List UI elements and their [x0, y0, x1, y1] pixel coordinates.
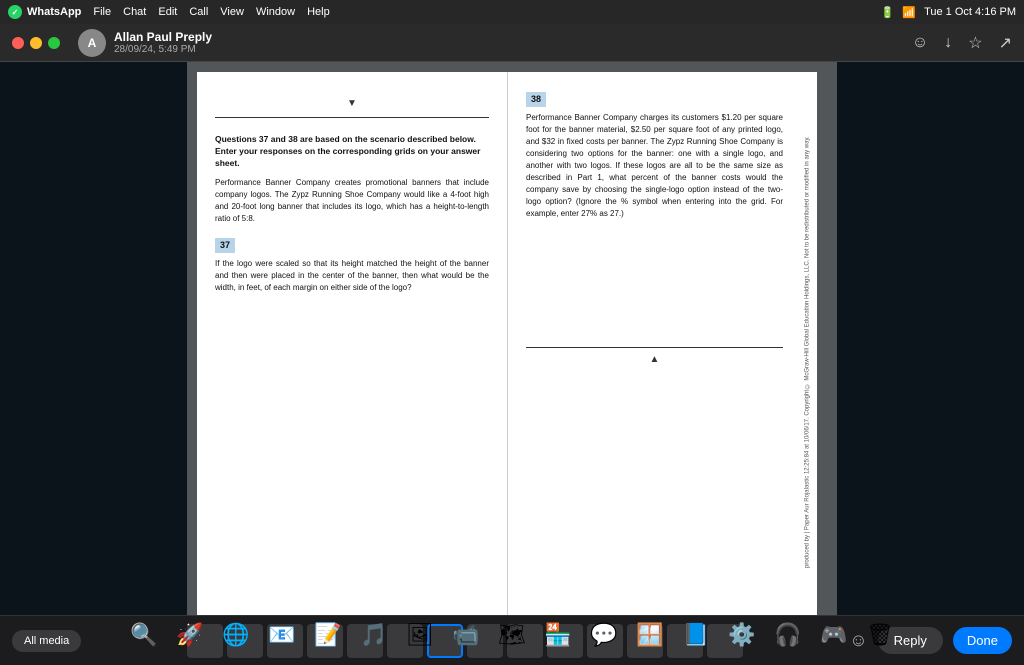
dock-discord[interactable]: 🎮: [813, 614, 855, 656]
done-button[interactable]: Done: [953, 627, 1012, 654]
dock-slack[interactable]: 💬: [583, 614, 625, 656]
page-left: ▼ Questions 37 and 38 are based on the s…: [197, 72, 507, 615]
question-37-block: 37 If the logo were scaled so that its h…: [215, 238, 489, 294]
traffic-lights: [12, 37, 60, 49]
dock-microsoft[interactable]: 🪟: [629, 614, 671, 656]
contact-name: Allan Paul Preply: [114, 30, 212, 44]
contact-info: A Allan Paul Preply 28/09/24, 5:49 PM: [78, 29, 212, 57]
menu-bar: ✓ WhatsApp File Chat Edit Call View Wind…: [0, 0, 1024, 24]
menu-edit[interactable]: Edit: [158, 6, 177, 18]
divider-top: ▼: [215, 97, 489, 112]
menu-call[interactable]: Call: [189, 6, 208, 18]
dock-mail[interactable]: 📧: [261, 614, 303, 656]
battery-icon: 🔋: [881, 6, 895, 19]
q37-number: 37: [215, 238, 235, 253]
page-container: ▼ Questions 37 and 38 are based on the s…: [197, 72, 827, 615]
contact-time: 28/09/24, 5:49 PM: [114, 44, 212, 55]
avatar: A: [78, 29, 106, 57]
right-content: 38 Performance Banner Company charges it…: [526, 92, 799, 368]
dock-word[interactable]: 📘: [675, 614, 717, 656]
star-icon[interactable]: ☆: [968, 33, 982, 53]
dock-finder[interactable]: 🔍: [123, 614, 165, 656]
q37-text: If the logo were scaled so that its heig…: [215, 258, 489, 294]
dock-appstore[interactable]: 🏪: [537, 614, 579, 656]
menubar-right: 🔋 📶 Tue 1 Oct 4:16 PM: [881, 6, 1016, 19]
dock-trash[interactable]: 🗑: [859, 614, 901, 656]
app-logo: ✓ WhatsApp: [8, 5, 81, 19]
dock-spotify[interactable]: 🎧: [767, 614, 809, 656]
whatsapp-icon: ✓: [8, 5, 22, 19]
dock-photos[interactable]: 🖼: [399, 614, 441, 656]
dock-settings[interactable]: ⚙️: [721, 614, 763, 656]
wifi-icon: 📶: [902, 6, 916, 19]
copyright-text: produced by | Paper Aur Rojalastic 12:25…: [799, 72, 817, 615]
page-right: 38 Performance Banner Company charges it…: [507, 72, 817, 615]
dock-facetime[interactable]: 📹: [445, 614, 487, 656]
close-button[interactable]: [12, 37, 24, 49]
titlebar: A Allan Paul Preply 28/09/24, 5:49 PM ☺ …: [0, 24, 1024, 62]
questions-intro: Questions 37 and 38 are based on the sce…: [215, 134, 489, 170]
chat-area: ▼ Questions 37 and 38 are based on the s…: [0, 62, 1024, 615]
dock-launchpad[interactable]: 🚀: [169, 614, 211, 656]
share-icon[interactable]: ↗: [999, 33, 1012, 53]
dock-safari[interactable]: 🌐: [215, 614, 257, 656]
document-viewer: ▼ Questions 37 and 38 are based on the s…: [187, 62, 837, 615]
minimize-button[interactable]: [30, 37, 42, 49]
q38-number: 38: [526, 92, 546, 107]
menu-help[interactable]: Help: [307, 6, 330, 18]
maximize-button[interactable]: [48, 37, 60, 49]
menu-window[interactable]: Window: [256, 6, 295, 18]
scenario-text: Performance Banner Company creates promo…: [215, 177, 489, 225]
clock: Tue 1 Oct 4:16 PM: [924, 6, 1016, 18]
menu-chat[interactable]: Chat: [123, 6, 146, 18]
contact-text: Allan Paul Preply 28/09/24, 5:49 PM: [114, 30, 212, 55]
all-media-button[interactable]: All media: [12, 630, 81, 652]
menu-view[interactable]: View: [220, 6, 244, 18]
emoji-icon[interactable]: ☺: [912, 34, 928, 52]
q38-text: Performance Banner Company charges its c…: [526, 112, 783, 220]
titlebar-actions: ☺ ↓ ☆ ↗: [912, 33, 1012, 53]
whatsapp-window: A Allan Paul Preply 28/09/24, 5:49 PM ☺ …: [0, 24, 1024, 665]
menu-items: File Chat Edit Call View Window Help: [93, 6, 329, 18]
download-icon[interactable]: ↓: [944, 34, 952, 52]
menu-file[interactable]: File: [93, 6, 111, 18]
dock-maps[interactable]: 🗺: [491, 614, 533, 656]
app-name: WhatsApp: [27, 6, 81, 18]
dock-notes[interactable]: 📝: [307, 614, 349, 656]
divider-bottom: ▲: [526, 353, 783, 368]
dock-music[interactable]: 🎵: [353, 614, 395, 656]
